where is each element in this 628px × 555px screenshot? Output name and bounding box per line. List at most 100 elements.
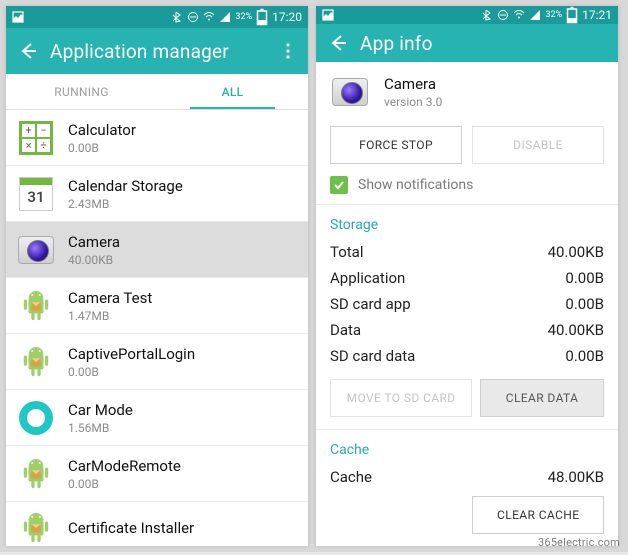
battery-text: 32% — [235, 12, 252, 22]
sync-icon — [187, 11, 199, 23]
checkbox-checked-icon — [330, 176, 348, 194]
tab-label: ALL — [222, 85, 244, 99]
tabs: RUNNING ALL — [6, 74, 308, 110]
screen-application-manager: 32% 17:20 Application manager RUNNING AL… — [6, 6, 308, 546]
cache-label: Cache — [330, 468, 372, 486]
storage-row: SD card app 0.00B — [316, 291, 618, 317]
app-header: Camera version 3.0 — [316, 62, 618, 118]
app-size: 0.00B — [68, 365, 195, 379]
wifi-icon — [203, 11, 215, 23]
storage-buttons: MOVE TO SD CARD CLEAR DATA — [316, 369, 618, 430]
bluetooth-icon — [481, 9, 493, 21]
storage-value: 0.00B — [565, 295, 604, 313]
tab-running[interactable]: RUNNING — [6, 74, 157, 109]
screenshot-saved-icon — [322, 9, 334, 21]
storage-row: SD card data 0.00B — [316, 343, 618, 369]
show-notifications-label: Show notifications — [358, 177, 473, 193]
camera-icon — [330, 72, 370, 112]
battery-text: 32% — [545, 10, 562, 20]
app-size: 40.00KB — [68, 253, 120, 267]
storage-rows: Total 40.00KB Application 0.00B SD card app 0… — [316, 239, 618, 369]
android-icon — [18, 288, 54, 324]
clock-text: 17:21 — [582, 8, 612, 22]
steering-wheel-icon — [18, 400, 54, 436]
app-name: Camera — [68, 233, 120, 251]
wifi-icon — [513, 9, 525, 21]
storage-row: Total 40.00KB — [316, 239, 618, 265]
clear-cache-button[interactable]: CLEAR CACHE — [472, 496, 604, 534]
tab-all[interactable]: ALL — [157, 74, 308, 109]
app-name: Certificate Installer — [68, 519, 194, 537]
back-button[interactable] — [16, 41, 40, 61]
action-bar: Application manager — [6, 28, 308, 74]
calendar-icon: 31 — [18, 176, 54, 212]
battery-icon — [566, 9, 578, 21]
app-size: 1.56MB — [68, 421, 133, 435]
app-row[interactable]: Camera 40.00KB — [6, 222, 308, 278]
show-notifications-row[interactable]: Show notifications — [316, 174, 618, 205]
app-row[interactable]: Camera Test 1.47MB — [6, 278, 308, 334]
signal-icon — [219, 11, 231, 23]
app-name: Calendar Storage — [68, 177, 183, 195]
tab-label: RUNNING — [54, 85, 108, 99]
android-icon — [18, 456, 54, 492]
disable-button: DISABLE — [472, 126, 604, 164]
android-icon — [18, 344, 54, 380]
cache-section-title: Cache — [316, 430, 618, 464]
app-row[interactable]: +−×÷ Calculator 0.00B — [6, 110, 308, 166]
force-stop-button[interactable]: FORCE STOP — [330, 126, 462, 164]
app-size: 0.00B — [68, 477, 181, 491]
storage-section-title: Storage — [316, 205, 618, 239]
watermark-text: 365electric.com — [538, 536, 620, 549]
app-size: 1.47MB — [68, 309, 152, 323]
clock-text: 17:20 — [272, 10, 302, 24]
storage-row: Application 0.00B — [316, 265, 618, 291]
app-row[interactable]: Car Mode 1.56MB — [6, 390, 308, 446]
app-name: CarModeRemote — [68, 457, 181, 475]
bluetooth-icon — [171, 11, 183, 23]
storage-label: Data — [330, 321, 361, 339]
calculator-icon: +−×÷ — [18, 120, 54, 156]
app-name: CaptivePortalLogin — [68, 345, 195, 363]
camera-icon — [18, 232, 54, 268]
app-name: Camera — [384, 75, 442, 93]
app-row[interactable]: CarModeRemote 0.00B — [6, 446, 308, 502]
action-buttons: FORCE STOP DISABLE — [316, 118, 618, 174]
storage-value: 0.00B — [565, 269, 604, 287]
app-name: Calculator — [68, 121, 136, 139]
storage-value: 0.00B — [565, 347, 604, 365]
page-title: App info — [350, 32, 608, 55]
action-bar: App info — [316, 24, 618, 62]
storage-label: Total — [330, 243, 364, 261]
screenshot-saved-icon — [12, 11, 24, 23]
sync-icon — [497, 9, 509, 21]
app-size: 0.00B — [68, 141, 136, 155]
status-bar: 32% 17:21 — [316, 6, 618, 24]
app-size: 2.43MB — [68, 197, 183, 211]
app-name: Car Mode — [68, 401, 133, 419]
storage-value: 40.00KB — [548, 321, 604, 339]
storage-row: Data 40.00KB — [316, 317, 618, 343]
storage-value: 40.00KB — [548, 243, 604, 261]
move-to-sd-button: MOVE TO SD CARD — [330, 379, 472, 417]
cache-value: 48.00KB — [548, 468, 604, 486]
back-button[interactable] — [326, 33, 350, 53]
app-row[interactable]: Certificate Installer — [6, 502, 308, 546]
battery-icon — [256, 11, 268, 23]
overflow-menu-button[interactable] — [278, 43, 298, 59]
storage-label: SD card data — [330, 347, 415, 365]
app-row[interactable]: 31 Calendar Storage 2.43MB — [6, 166, 308, 222]
status-bar: 32% 17:20 — [6, 6, 308, 28]
storage-label: SD card app — [330, 295, 411, 313]
app-list[interactable]: +−×÷ Calculator 0.00B 31 Calendar Storage 2.4… — [6, 110, 308, 546]
storage-label: Application — [330, 269, 405, 287]
screen-app-info: 32% 17:21 App info Camera version 3.0 FO… — [316, 6, 618, 546]
app-name: Camera Test — [68, 289, 152, 307]
app-row[interactable]: CaptivePortalLogin 0.00B — [6, 334, 308, 390]
signal-icon — [529, 9, 541, 21]
page-title: Application manager — [40, 40, 278, 63]
android-icon — [18, 510, 54, 546]
cache-row: Cache 48.00KB — [316, 464, 618, 490]
clear-data-button[interactable]: CLEAR DATA — [480, 379, 604, 417]
app-version: version 3.0 — [384, 95, 442, 109]
